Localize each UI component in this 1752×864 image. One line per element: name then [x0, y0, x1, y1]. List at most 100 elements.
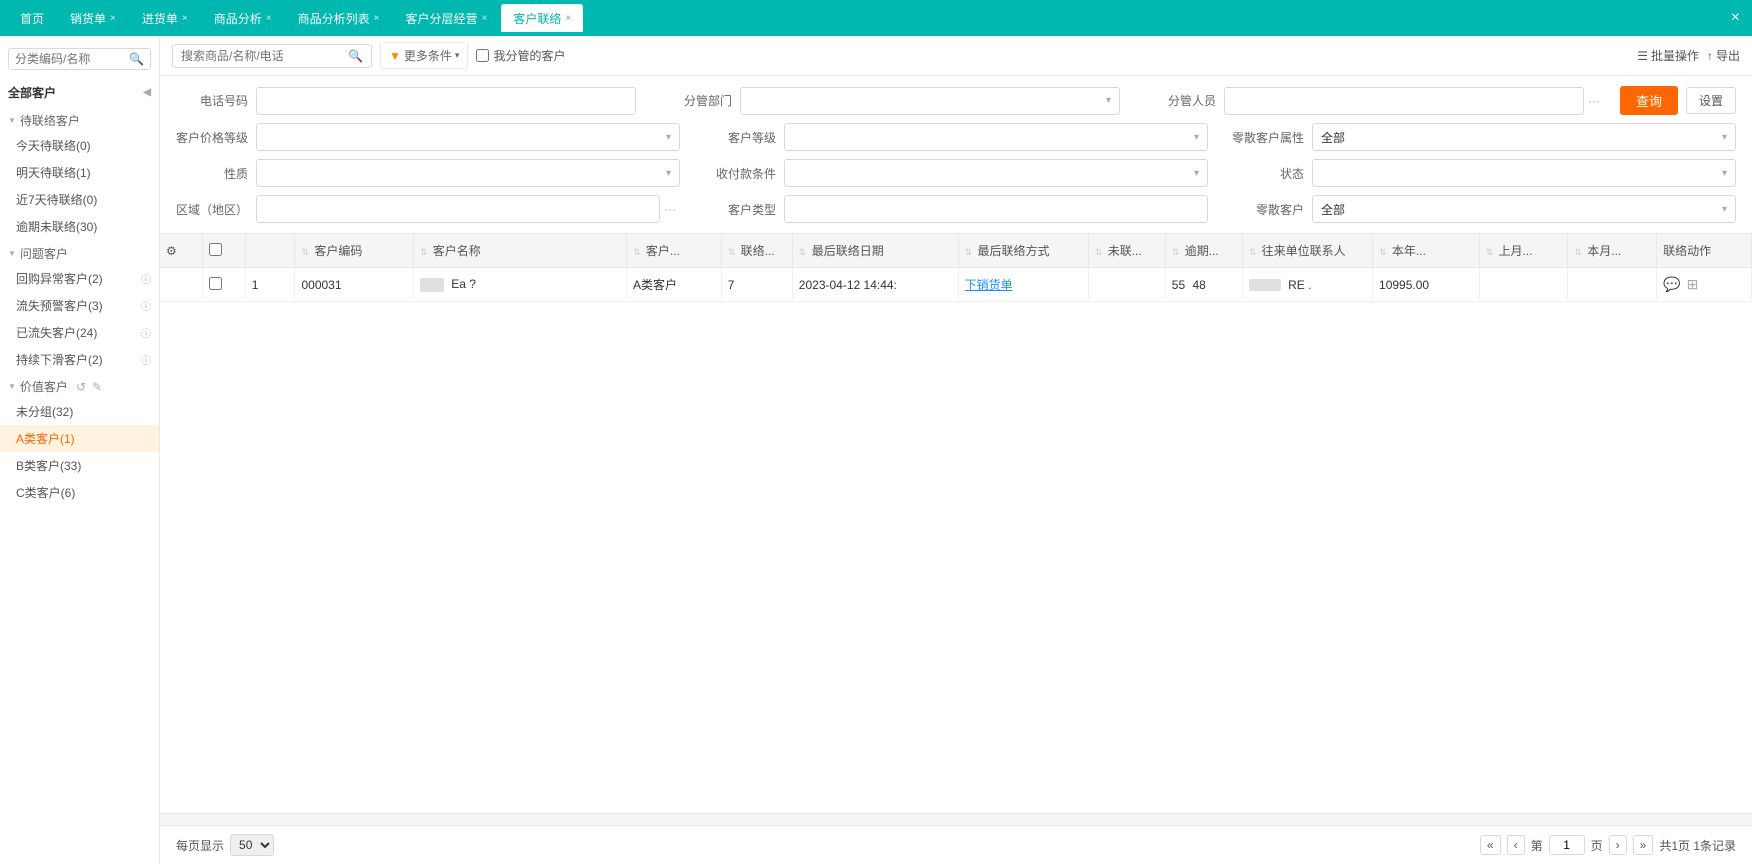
sidebar-item-declining[interactable]: 持续下滑客户(2) ⓘ: [0, 346, 159, 373]
sidebar-item-a-class[interactable]: A类客户(1): [0, 425, 159, 452]
sidebar-all-customers[interactable]: 全部客户 ◀: [0, 78, 159, 107]
col-action-label: 联络动作: [1663, 244, 1711, 258]
nav-tab-sales[interactable]: 销货单 ×: [58, 4, 128, 32]
row-select-checkbox[interactable]: [209, 277, 222, 290]
row-checkbox[interactable]: [203, 268, 246, 302]
next-page-btn[interactable]: ›: [1609, 835, 1627, 855]
nav-tab-goods-analysis[interactable]: 商品分析 ×: [202, 4, 284, 32]
col-settings[interactable]: ⚙: [160, 234, 203, 268]
sparse-customer-select[interactable]: 全部 ▾: [1312, 195, 1736, 223]
main-search-box[interactable]: 🔍: [172, 44, 372, 68]
nav-tab-goods-analysis-close[interactable]: ×: [266, 13, 272, 24]
sidebar-item-today[interactable]: 今天待联络(0): [0, 132, 159, 159]
col-checkbox[interactable]: [203, 234, 246, 268]
customer-level-select[interactable]: ▾: [784, 123, 1208, 151]
my-customers-label: 我分管的客户: [493, 47, 565, 64]
col-unit-contact[interactable]: ⇅ 往来单位联系人: [1242, 234, 1372, 268]
row-name[interactable]: Ea ?: [413, 268, 626, 302]
region-select[interactable]: [256, 195, 660, 223]
query-button[interactable]: 查询: [1620, 86, 1678, 115]
nav-tab-goods-analysis-list[interactable]: 商品分析列表 ×: [286, 4, 392, 32]
select-all-checkbox[interactable]: [209, 243, 222, 256]
phone-input[interactable]: [256, 87, 636, 115]
region-dots[interactable]: ···: [660, 202, 680, 216]
main-search-input[interactable]: [181, 49, 344, 63]
settings-icon[interactable]: ⚙: [166, 244, 177, 258]
col-this-year[interactable]: ⇅ 本年...: [1373, 234, 1480, 268]
col-this-month[interactable]: ⇅ 本月...: [1568, 234, 1657, 268]
sidebar-item-overdue[interactable]: 逾期未联络(30): [0, 213, 159, 240]
nav-tab-customer-segment[interactable]: 客户分层经营 ×: [393, 4, 499, 32]
nav-tab-sales-close[interactable]: ×: [110, 13, 116, 24]
col-last-method[interactable]: ⇅ 最后联络方式: [958, 234, 1088, 268]
last-page-btn[interactable]: »: [1633, 835, 1654, 855]
sparse-customer-value: 全部: [1321, 201, 1345, 218]
nav-tab-customer-contact[interactable]: 客户联络 ×: [501, 4, 583, 32]
nav-tab-customer-segment-close[interactable]: ×: [481, 13, 487, 24]
nature-select[interactable]: ▾: [256, 159, 680, 187]
dept-label: 分管部门: [660, 92, 740, 109]
last-method-link[interactable]: 下销货单: [965, 278, 1013, 292]
manager-select[interactable]: [1224, 87, 1584, 115]
sidebar-item-churn-warning[interactable]: 流失预警客户(3) ⓘ: [0, 292, 159, 319]
status-select[interactable]: ▾: [1312, 159, 1736, 187]
manager-dots[interactable]: ···: [1584, 94, 1604, 108]
price-level-select[interactable]: ▾: [256, 123, 680, 151]
nav-tab-purchase[interactable]: 进货单 ×: [130, 4, 200, 32]
my-customers-check[interactable]: [476, 49, 489, 62]
share-icon[interactable]: ⊞: [1687, 276, 1699, 293]
edit-icon[interactable]: ✎: [92, 380, 102, 394]
first-page-btn[interactable]: «: [1480, 835, 1501, 855]
export-btn[interactable]: ↑ 导出: [1707, 47, 1740, 64]
sidebar-item-unclassified[interactable]: 未分组(32): [0, 398, 159, 425]
sidebar-section-value[interactable]: ▼ 价值客户 ↺ ✎: [0, 373, 159, 398]
col-contact-label: 联络...: [741, 244, 775, 258]
sidebar-item-c-class[interactable]: C类客户(6): [0, 479, 159, 506]
customer-type-input[interactable]: [784, 195, 1208, 223]
field-phone: 电话号码: [176, 87, 636, 115]
sidebar-search-input[interactable]: [15, 52, 129, 66]
chat-icon[interactable]: 💬: [1663, 276, 1680, 293]
sidebar-section-problem[interactable]: ▼ 问题客户: [0, 240, 159, 265]
col-code[interactable]: ⇅ 客户编码: [295, 234, 413, 268]
my-customers-checkbox[interactable]: 我分管的客户: [476, 47, 565, 64]
content-body: ⚙ ⇅ 客户编码 ⇅ 客户名称: [160, 234, 1752, 864]
col-overdue[interactable]: ⇅ 逾期...: [1165, 234, 1242, 268]
nav-tab-purchase-close[interactable]: ×: [182, 13, 188, 24]
more-filters-btn[interactable]: ▼ 更多条件 ▾: [380, 42, 468, 69]
nav-tab-goods-analysis-list-close[interactable]: ×: [374, 13, 380, 24]
page-size-select[interactable]: 50: [230, 834, 274, 856]
col-contact[interactable]: ⇅ 联络...: [721, 234, 792, 268]
close-all-icon[interactable]: ×: [1731, 9, 1740, 27]
dept-select[interactable]: ▾: [740, 87, 1120, 115]
col-type[interactable]: ⇅ 客户...: [627, 234, 722, 268]
reset-button[interactable]: 设置: [1686, 87, 1736, 114]
col-last-date[interactable]: ⇅ 最后联络日期: [792, 234, 958, 268]
page-number-input[interactable]: [1549, 835, 1585, 855]
payment-select[interactable]: ▾: [784, 159, 1208, 187]
sidebar-item-b-class[interactable]: B类客户(33): [0, 452, 159, 479]
sidebar-search-box[interactable]: 🔍: [8, 48, 151, 70]
col-last-month[interactable]: ⇅ 上月...: [1479, 234, 1568, 268]
batch-op-btn[interactable]: ☰ 批量操作: [1637, 47, 1699, 64]
row-last-method[interactable]: 下销货单: [958, 268, 1088, 302]
sidebar-item-week[interactable]: 近7天待联络(0): [0, 186, 159, 213]
col-name[interactable]: ⇅ 客户名称: [413, 234, 626, 268]
field-price-level: 客户价格等级 ▾: [176, 123, 680, 151]
refresh-icon[interactable]: ↺: [76, 380, 86, 394]
sidebar-item-tomorrow[interactable]: 明天待联络(1): [0, 159, 159, 186]
sidebar-search-icon[interactable]: 🔍: [129, 52, 144, 66]
filter-row-2: 客户价格等级 ▾ 客户等级 ▾ 零散客户属性: [176, 123, 1736, 151]
sidebar-item-churned[interactable]: 已流失客户(24) ⓘ: [0, 319, 159, 346]
sidebar-section-pending[interactable]: ▼ 待联络客户: [0, 107, 159, 132]
col-no-contact[interactable]: ⇅ 未联...: [1088, 234, 1165, 268]
table-container[interactable]: ⚙ ⇅ 客户编码 ⇅ 客户名称: [160, 234, 1752, 813]
nav-tab-customer-contact-close[interactable]: ×: [565, 13, 571, 24]
region-label: 区域（地区）: [176, 201, 256, 218]
sidebar-item-repurchase-abnormal[interactable]: 回购异常客户(2) ⓘ: [0, 265, 159, 292]
prev-page-btn[interactable]: ‹: [1507, 835, 1525, 855]
nav-tab-home[interactable]: 首页: [8, 4, 56, 32]
sparse-attr-select[interactable]: 全部 ▾: [1312, 123, 1736, 151]
main-search-icon[interactable]: 🔍: [348, 49, 363, 63]
horizontal-scrollbar[interactable]: [160, 813, 1752, 825]
